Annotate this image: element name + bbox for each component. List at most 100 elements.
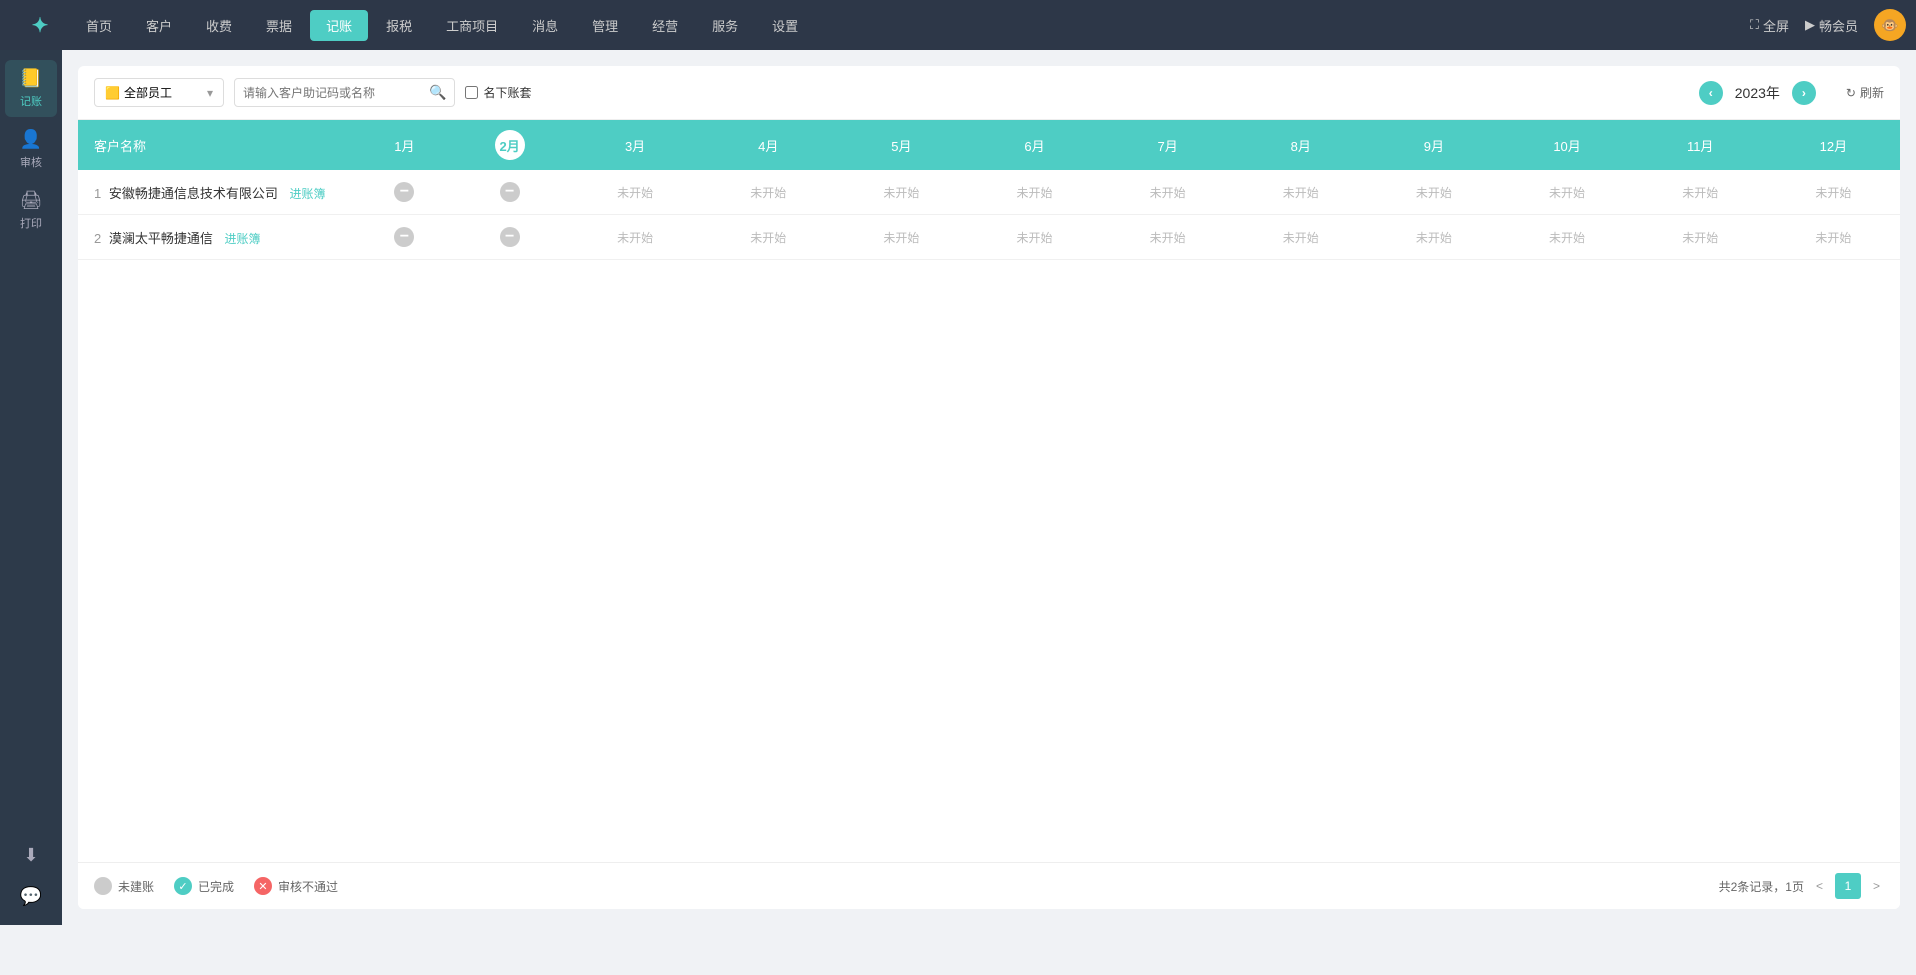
search-icon[interactable]: 🔍 <box>429 84 446 101</box>
table-row: 1 安徽畅捷通信息技术有限公司 进账簿 −−未开始未开始未开始未开始未开始未开始… <box>78 170 1900 215</box>
month-9-status: 未开始 <box>1367 215 1500 260</box>
footer: 未建账 ✓ 已完成 ✕ 审核不通过 共2条记录，1页 < 1 > <box>78 862 1900 909</box>
nav-settings[interactable]: 设置 <box>756 10 814 41</box>
my-accounts-toggle[interactable]: 名下账套 <box>465 84 531 101</box>
employee-select[interactable]: 🟨 全部员工 ▾ <box>94 78 224 107</box>
not-started-status: 未开始 <box>1682 231 1718 245</box>
not-started-status: 未开始 <box>1150 186 1186 200</box>
nav-right: ⛶ 全屏 ▶ 畅会员 🐵 <box>1750 9 1906 41</box>
sidebar-item-print[interactable]: 🖨 打印 <box>5 182 57 239</box>
row-index: 1 <box>94 186 101 201</box>
not-started-status: 未开始 <box>1283 186 1319 200</box>
company-cell: 1 安徽畅捷通信息技术有限公司 进账簿 <box>78 170 358 215</box>
chat-icon: 💬 <box>20 886 42 907</box>
main-table: 客户名称 1月 2月 3月 4月 5月 6月 7月 8月 9月 10月 11月 <box>78 120 1900 260</box>
nav-bookkeeping[interactable]: 记账 <box>310 10 368 41</box>
print-icon: 🖨 <box>20 190 43 211</box>
month-6-status: 未开始 <box>968 215 1101 260</box>
legend-gray-dot <box>94 877 112 895</box>
nav-home[interactable]: 首页 <box>70 10 128 41</box>
sidebar-bottom: ⬇ 💬 <box>5 837 57 925</box>
sidebar-item-bookkeeping[interactable]: 📒 记账 <box>5 60 57 117</box>
not-started-status: 未开始 <box>883 231 919 245</box>
not-started-status: 未开始 <box>1549 231 1585 245</box>
month-4-status: 未开始 <box>702 215 835 260</box>
page-prev-button[interactable]: < <box>1812 877 1827 895</box>
not-started-status: 未开始 <box>1150 231 1186 245</box>
company-name: 漠澜太平畅捷通信 <box>109 231 213 246</box>
not-started-status: 未开始 <box>1416 231 1452 245</box>
legend-completed-label: 已完成 <box>198 878 234 895</box>
content-panel: 🟨 全部员工 ▾ 🔍 名下账套 ‹ 2023年 › ↻ 刷新 <box>78 66 1900 909</box>
dash-status: − <box>394 182 414 202</box>
user-avatar[interactable]: 🐵 <box>1874 9 1906 41</box>
page-1-button[interactable]: 1 <box>1835 873 1861 899</box>
not-started-status: 未开始 <box>1682 186 1718 200</box>
month-2-status: − <box>451 170 569 215</box>
nav-invoice[interactable]: 票据 <box>250 10 308 41</box>
year-next-button[interactable]: › <box>1792 81 1816 105</box>
month-6-status: 未开始 <box>968 170 1101 215</box>
month-1-status: − <box>358 215 451 260</box>
nav-service[interactable]: 服务 <box>696 10 754 41</box>
enter-ledger-link[interactable]: 进账簿 <box>225 232 261 246</box>
fullscreen-label: 全屏 <box>1763 16 1789 35</box>
my-accounts-checkbox[interactable] <box>465 86 478 99</box>
not-started-status: 未开始 <box>750 186 786 200</box>
main-content: 🟨 全部员工 ▾ 🔍 名下账套 ‹ 2023年 › ↻ 刷新 <box>62 50 1916 925</box>
year-prev-button[interactable]: ‹ <box>1699 81 1723 105</box>
app-logo: ✦ <box>10 0 70 50</box>
search-input[interactable] <box>243 86 423 100</box>
col-month-8: 8月 <box>1234 120 1367 170</box>
table-container: 客户名称 1月 2月 3月 4月 5月 6月 7月 8月 9月 10月 11月 <box>78 120 1900 862</box>
audit-icon: 👤 <box>20 129 42 150</box>
enter-ledger-link[interactable]: 进账簿 <box>290 187 326 201</box>
month-10-status: 未开始 <box>1500 215 1633 260</box>
row-index: 2 <box>94 231 101 246</box>
sidebar-item-audit[interactable]: 👤 审核 <box>5 121 57 178</box>
search-box: 🔍 <box>234 78 455 107</box>
nav-operation[interactable]: 经营 <box>636 10 694 41</box>
refresh-button[interactable]: ↻ 刷新 <box>1846 84 1884 101</box>
col-month-5: 5月 <box>835 120 968 170</box>
month-5-status: 未开始 <box>835 170 968 215</box>
not-started-status: 未开始 <box>1283 231 1319 245</box>
top-nav: ✦ 首页 客户 收费 票据 记账 报税 工商项目 消息 管理 经营 服务 设置 … <box>0 0 1916 50</box>
legend-rejected-label: 审核不通过 <box>278 878 338 895</box>
month-11-status: 未开始 <box>1634 215 1767 260</box>
nav-billing[interactable]: 收费 <box>190 10 248 41</box>
not-started-status: 未开始 <box>1016 231 1052 245</box>
month-3-status: 未开始 <box>569 215 702 260</box>
download-icon: ⬇ <box>23 845 38 866</box>
nav-manage[interactable]: 管理 <box>576 10 634 41</box>
refresh-label: 刷新 <box>1860 84 1884 101</box>
legend-not-built-label: 未建账 <box>118 878 154 895</box>
fullscreen-icon: ⛶ <box>1750 17 1759 33</box>
sidebar-download[interactable]: ⬇ <box>5 837 57 874</box>
not-started-status: 未开始 <box>617 231 653 245</box>
my-accounts-label: 名下账套 <box>483 84 531 101</box>
sidebar-chat[interactable]: 💬 <box>5 878 57 915</box>
nav-business[interactable]: 工商项目 <box>430 10 514 41</box>
page-next-button[interactable]: > <box>1869 877 1884 895</box>
refresh-icon: ↻ <box>1846 86 1856 100</box>
col-month-2: 2月 <box>451 120 569 170</box>
bookkeeping-icon: 📒 <box>20 68 42 89</box>
nav-client[interactable]: 客户 <box>130 10 188 41</box>
month-4-status: 未开始 <box>702 170 835 215</box>
legend-teal-dot: ✓ <box>174 877 192 895</box>
company-name: 安徽畅捷通信息技术有限公司 <box>109 186 278 201</box>
col-month-6: 6月 <box>968 120 1101 170</box>
col-month-3: 3月 <box>569 120 702 170</box>
col-client: 客户名称 <box>78 120 358 170</box>
col-month-12: 12月 <box>1767 120 1900 170</box>
month-12-status: 未开始 <box>1767 170 1900 215</box>
fullscreen-button[interactable]: ⛶ 全屏 <box>1750 16 1789 35</box>
nav-tax[interactable]: 报税 <box>370 10 428 41</box>
col-month-11: 11月 <box>1634 120 1767 170</box>
nav-message[interactable]: 消息 <box>516 10 574 41</box>
month-1-status: − <box>358 170 451 215</box>
member-button[interactable]: ▶ 畅会员 <box>1805 16 1858 35</box>
company-cell: 2 漠澜太平畅捷通信 进账簿 <box>78 215 358 260</box>
employee-arrow-icon: ▾ <box>207 86 213 100</box>
